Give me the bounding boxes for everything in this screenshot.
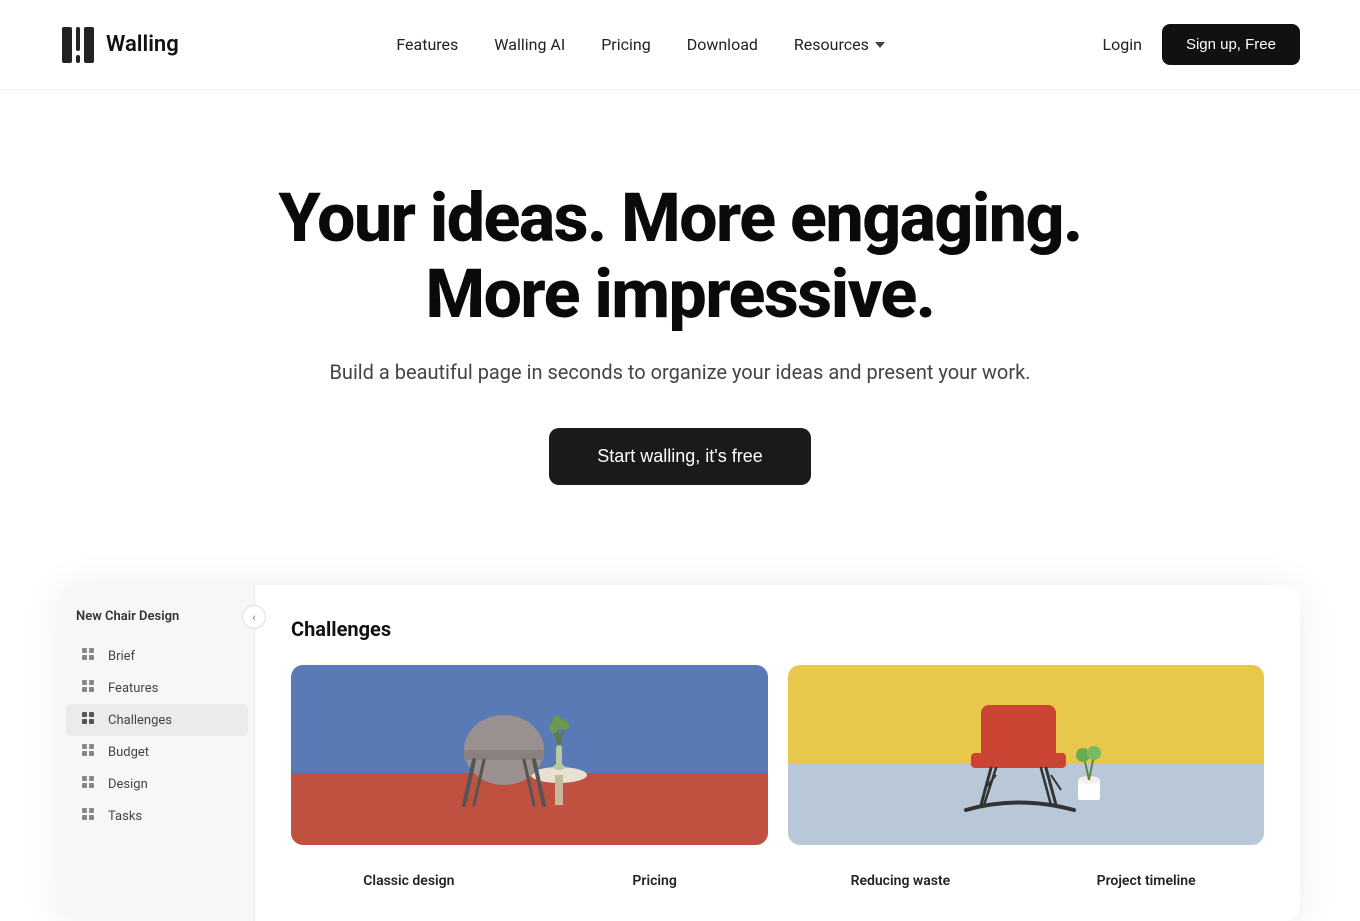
demo-main: Challenges xyxy=(255,585,1300,921)
chair-image-2 xyxy=(788,665,1265,845)
demo-bottom-labels: Classic design Pricing Reducing waste Pr… xyxy=(291,873,1264,889)
demo-sidebar: ‹ New Chair Design Brief xyxy=(60,585,255,921)
chair-image-1 xyxy=(291,665,768,845)
logo-link[interactable]: Walling xyxy=(60,23,179,67)
demo-section: ‹ New Chair Design Brief xyxy=(60,585,1300,921)
hero-title: Your ideas. More engaging. More impressi… xyxy=(40,180,1320,332)
design-icon xyxy=(82,776,98,792)
sidebar-item-challenges[interactable]: Challenges xyxy=(66,704,248,736)
sidebar-item-tasks[interactable]: Tasks xyxy=(66,800,248,832)
chevron-down-icon xyxy=(875,42,885,48)
tasks-icon xyxy=(82,808,98,824)
hero-cta-button[interactable]: Start walling, it's free xyxy=(549,428,811,485)
logo-icon xyxy=(60,23,96,67)
demo-label-4: Project timeline xyxy=(1028,873,1264,889)
logo-text: Walling xyxy=(106,32,179,57)
sidebar-item-features[interactable]: Features xyxy=(66,672,248,704)
nav-right: Login Sign up, Free xyxy=(1102,24,1300,65)
demo-card-1 xyxy=(291,665,768,845)
nav-pricing[interactable]: Pricing xyxy=(601,35,651,54)
demo-card-2 xyxy=(788,665,1265,845)
nav-walling-ai[interactable]: Walling AI xyxy=(494,35,565,54)
brief-icon xyxy=(82,648,98,664)
demo-label-1: Classic design xyxy=(291,873,527,889)
sidebar-item-budget[interactable]: Budget xyxy=(66,736,248,768)
hero-subtitle: Build a beautiful page in seconds to org… xyxy=(40,360,1320,384)
demo-label-2: Pricing xyxy=(537,873,773,889)
sidebar-items-list: Brief Features Challenge xyxy=(60,640,254,832)
hero-section: Your ideas. More engaging. More impressi… xyxy=(0,90,1360,545)
sidebar-title: New Chair Design xyxy=(60,609,254,640)
demo-content-title: Challenges xyxy=(291,617,1264,641)
login-link[interactable]: Login xyxy=(1102,35,1141,54)
sidebar-item-brief[interactable]: Brief xyxy=(66,640,248,672)
nav-download[interactable]: Download xyxy=(687,35,758,54)
nav-features[interactable]: Features xyxy=(396,35,458,54)
demo-label-3: Reducing waste xyxy=(783,873,1019,889)
sidebar-item-design[interactable]: Design xyxy=(66,768,248,800)
nav-links: Features Walling AI Pricing Download Res… xyxy=(396,35,885,54)
demo-cards-grid xyxy=(291,665,1264,845)
budget-icon xyxy=(82,744,98,760)
signup-button[interactable]: Sign up, Free xyxy=(1162,24,1300,65)
features-icon xyxy=(82,680,98,696)
navbar: Walling Features Walling AI Pricing Down… xyxy=(0,0,1360,90)
nav-resources-dropdown[interactable]: Resources xyxy=(794,35,885,54)
challenges-icon xyxy=(82,712,98,728)
